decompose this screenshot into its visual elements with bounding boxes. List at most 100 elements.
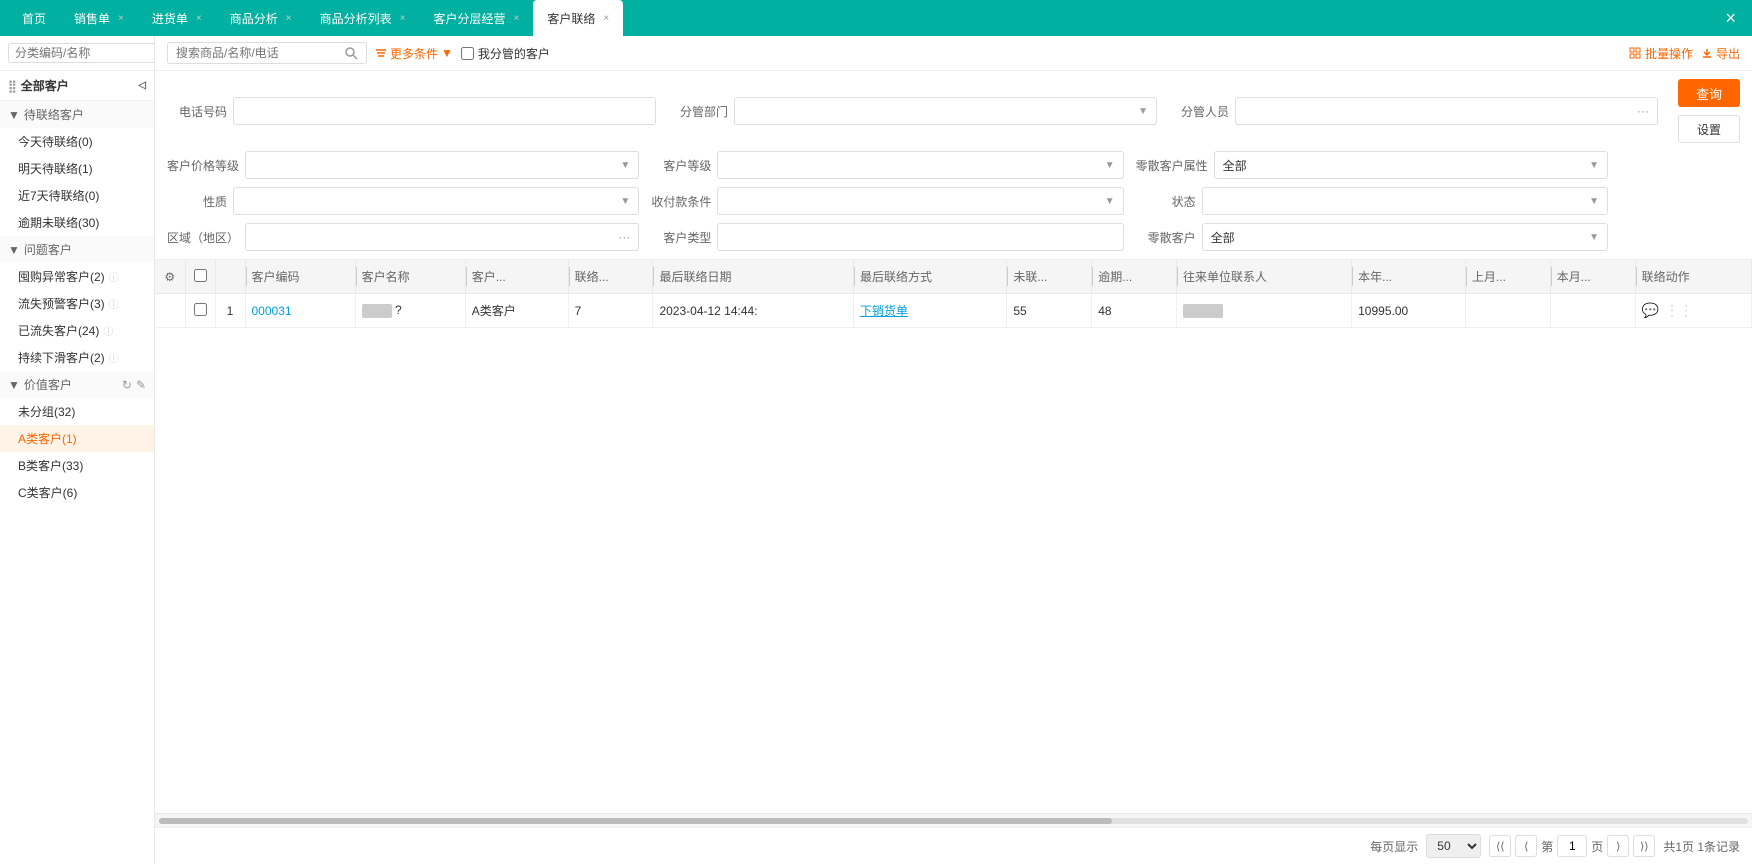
row-checkbox[interactable]: [194, 303, 207, 316]
main-search-input[interactable]: [176, 46, 340, 60]
retail-customer-select[interactable]: 全部 ▼: [1202, 223, 1608, 251]
row-this-month: [1550, 294, 1635, 328]
filter-nature: 性质 ▼: [167, 187, 651, 215]
phone-input[interactable]: [233, 97, 656, 125]
sidebar-item-today[interactable]: 今天待联络(0): [0, 128, 154, 155]
table-header-row: ⚙ 客户编码 客户名称 客户... 联络... 最后联络日期 最后联络方式 未联…: [155, 260, 1752, 294]
scrollbar-thumb[interactable]: [159, 818, 1112, 824]
sidebar-item-churned[interactable]: 已流失客户(24) ⓘ: [0, 317, 154, 344]
filter-customer-level: 客户等级 ▼: [651, 151, 1135, 179]
dept-select[interactable]: ▼: [734, 97, 1157, 125]
filter-phone: 电话号码: [167, 97, 668, 125]
sidebar-item-a-class[interactable]: A类客户(1): [0, 425, 154, 452]
nav-sales[interactable]: 销售单 ×: [60, 0, 138, 36]
horizontal-scrollbar[interactable]: [155, 813, 1752, 827]
row-last-month: [1465, 294, 1550, 328]
nav-customer-contact[interactable]: 客户联络 ×: [533, 0, 623, 36]
sidebar-item-c-class[interactable]: C类客户(6): [0, 479, 154, 506]
row-overdue: 48: [1092, 294, 1177, 328]
nature-select[interactable]: ▼: [233, 187, 639, 215]
close-customer-tier-icon[interactable]: ×: [513, 13, 519, 24]
close-product-analysis-icon[interactable]: ×: [286, 13, 292, 24]
sidebar-item-hoarding[interactable]: 囤购异常客户(2) ⓘ: [0, 263, 154, 290]
all-customers-header[interactable]: ⣿ 全部客户 ◁: [0, 71, 154, 101]
gear-column-header[interactable]: ⚙: [155, 260, 185, 294]
customer-type-input[interactable]: [717, 223, 1123, 251]
payment-select[interactable]: ▼: [717, 187, 1123, 215]
pending-contact-group[interactable]: ▼ 待联络客户: [0, 101, 154, 128]
close-purchase-icon[interactable]: ×: [196, 13, 202, 24]
row-code[interactable]: 000031: [245, 294, 355, 328]
settings-button[interactable]: 设置: [1678, 115, 1740, 143]
filter-dept: 分管部门 ▼: [668, 97, 1169, 125]
sidebar-item-churn-warning[interactable]: 流失预警客户(3) ⓘ: [0, 290, 154, 317]
action-column-header: 联络动作: [1635, 260, 1751, 294]
problem-customers-group[interactable]: ▼ 问题客户: [0, 236, 154, 263]
nav-home[interactable]: 首页: [8, 0, 60, 36]
manager-input[interactable]: ···: [1235, 97, 1658, 125]
edit-icon[interactable]: ✎: [136, 378, 146, 392]
nav-purchase[interactable]: 进货单 ×: [138, 0, 216, 36]
main-search-icon[interactable]: [344, 46, 358, 60]
nav-product-analysis-list[interactable]: 商品分析列表 ×: [306, 0, 420, 36]
chat-icon[interactable]: 💬: [1642, 302, 1659, 319]
qr-icon[interactable]: ⋮⋮: [1665, 302, 1693, 319]
filter-row-2: 客户价格等级 ▼ 客户等级 ▼ 零散客户属性 全部: [167, 151, 1740, 179]
last-month-column-header: 上月...: [1465, 260, 1550, 294]
close-all-button[interactable]: ×: [1717, 8, 1744, 29]
last-page-button[interactable]: ⟩⟩: [1633, 835, 1655, 857]
batch-ops-button[interactable]: 批量操作: [1629, 45, 1693, 62]
sidebar-search-input[interactable]: [8, 43, 155, 63]
type-column-header: 客户...: [465, 260, 568, 294]
status-select[interactable]: ▼: [1202, 187, 1608, 215]
region-select[interactable]: ···: [245, 223, 639, 251]
more-filters-button[interactable]: 更多条件 ▼: [375, 45, 453, 62]
row-gear: [155, 294, 185, 328]
export-button[interactable]: 导出: [1701, 45, 1740, 62]
page-navigation: ⟨⟨ ⟨ 第 页 ⟩ ⟩⟩: [1489, 835, 1655, 857]
retail-attr-select[interactable]: 全部 ▼: [1214, 151, 1608, 179]
filter-retail-attr: 零散客户属性 全部 ▼: [1136, 151, 1620, 179]
close-product-list-icon[interactable]: ×: [400, 13, 406, 24]
retail-customer-chevron-down-icon: ▼: [1589, 232, 1599, 243]
page-number-input[interactable]: [1557, 835, 1587, 857]
value-customers-group[interactable]: ▼ 价值客户 ↻ ✎: [0, 371, 154, 398]
sidebar-item-ungroup[interactable]: 未分组(32): [0, 398, 154, 425]
nav-product-analysis[interactable]: 商品分析 ×: [216, 0, 306, 36]
row-actions: 💬 ⋮⋮: [1635, 294, 1751, 328]
prev-page-button[interactable]: ⟨: [1515, 835, 1537, 857]
index-column-header: [215, 260, 245, 294]
advanced-filter: 电话号码 分管部门 ▼ 分管人员 ··· 查询: [155, 71, 1752, 260]
row-index: 1: [215, 294, 245, 328]
filter-customer-type: 客户类型: [651, 223, 1135, 251]
checkbox-column-header[interactable]: [185, 260, 215, 294]
row-contact: 7: [568, 294, 653, 328]
sidebar-item-declining[interactable]: 持续下滑客户(2) ⓘ: [0, 344, 154, 371]
contact-column-header: 联络...: [568, 260, 653, 294]
collapse-sidebar-icon[interactable]: ◁: [138, 80, 146, 91]
price-level-select[interactable]: ▼: [245, 151, 639, 179]
row-last-contact-method[interactable]: 下销货单: [853, 294, 1006, 328]
query-button[interactable]: 查询: [1678, 79, 1740, 107]
row-last-contact-date: 2023-04-12 14:44:: [653, 294, 853, 328]
sidebar-item-b-class[interactable]: B类客户(33): [0, 452, 154, 479]
row-name: ?: [355, 294, 465, 328]
sidebar-item-tomorrow[interactable]: 明天待联络(1): [0, 155, 154, 182]
price-level-chevron-down-icon: ▼: [620, 160, 630, 171]
select-all-checkbox[interactable]: [194, 269, 207, 282]
page-size-select[interactable]: 50 100 200: [1426, 834, 1481, 858]
row-checkbox-cell[interactable]: [185, 294, 215, 328]
sidebar-item-overdue[interactable]: 逾期未联络(30): [0, 209, 154, 236]
close-customer-contact-icon[interactable]: ×: [603, 13, 609, 24]
sidebar-item-7days[interactable]: 近7天待联络(0): [0, 182, 154, 209]
info-icon-churn-warning: ⓘ: [109, 296, 119, 311]
first-page-button[interactable]: ⟨⟨: [1489, 835, 1511, 857]
nav-customer-tier[interactable]: 客户分层经营 ×: [419, 0, 533, 36]
row-unit-contact: [1177, 294, 1352, 328]
next-page-button[interactable]: ⟩: [1607, 835, 1629, 857]
customer-level-select[interactable]: ▼: [717, 151, 1123, 179]
my-customers-check[interactable]: [461, 47, 474, 60]
my-customers-checkbox[interactable]: 我分管的客户: [461, 45, 550, 62]
close-sales-icon[interactable]: ×: [118, 13, 124, 24]
refresh-icon[interactable]: ↻: [122, 378, 132, 392]
